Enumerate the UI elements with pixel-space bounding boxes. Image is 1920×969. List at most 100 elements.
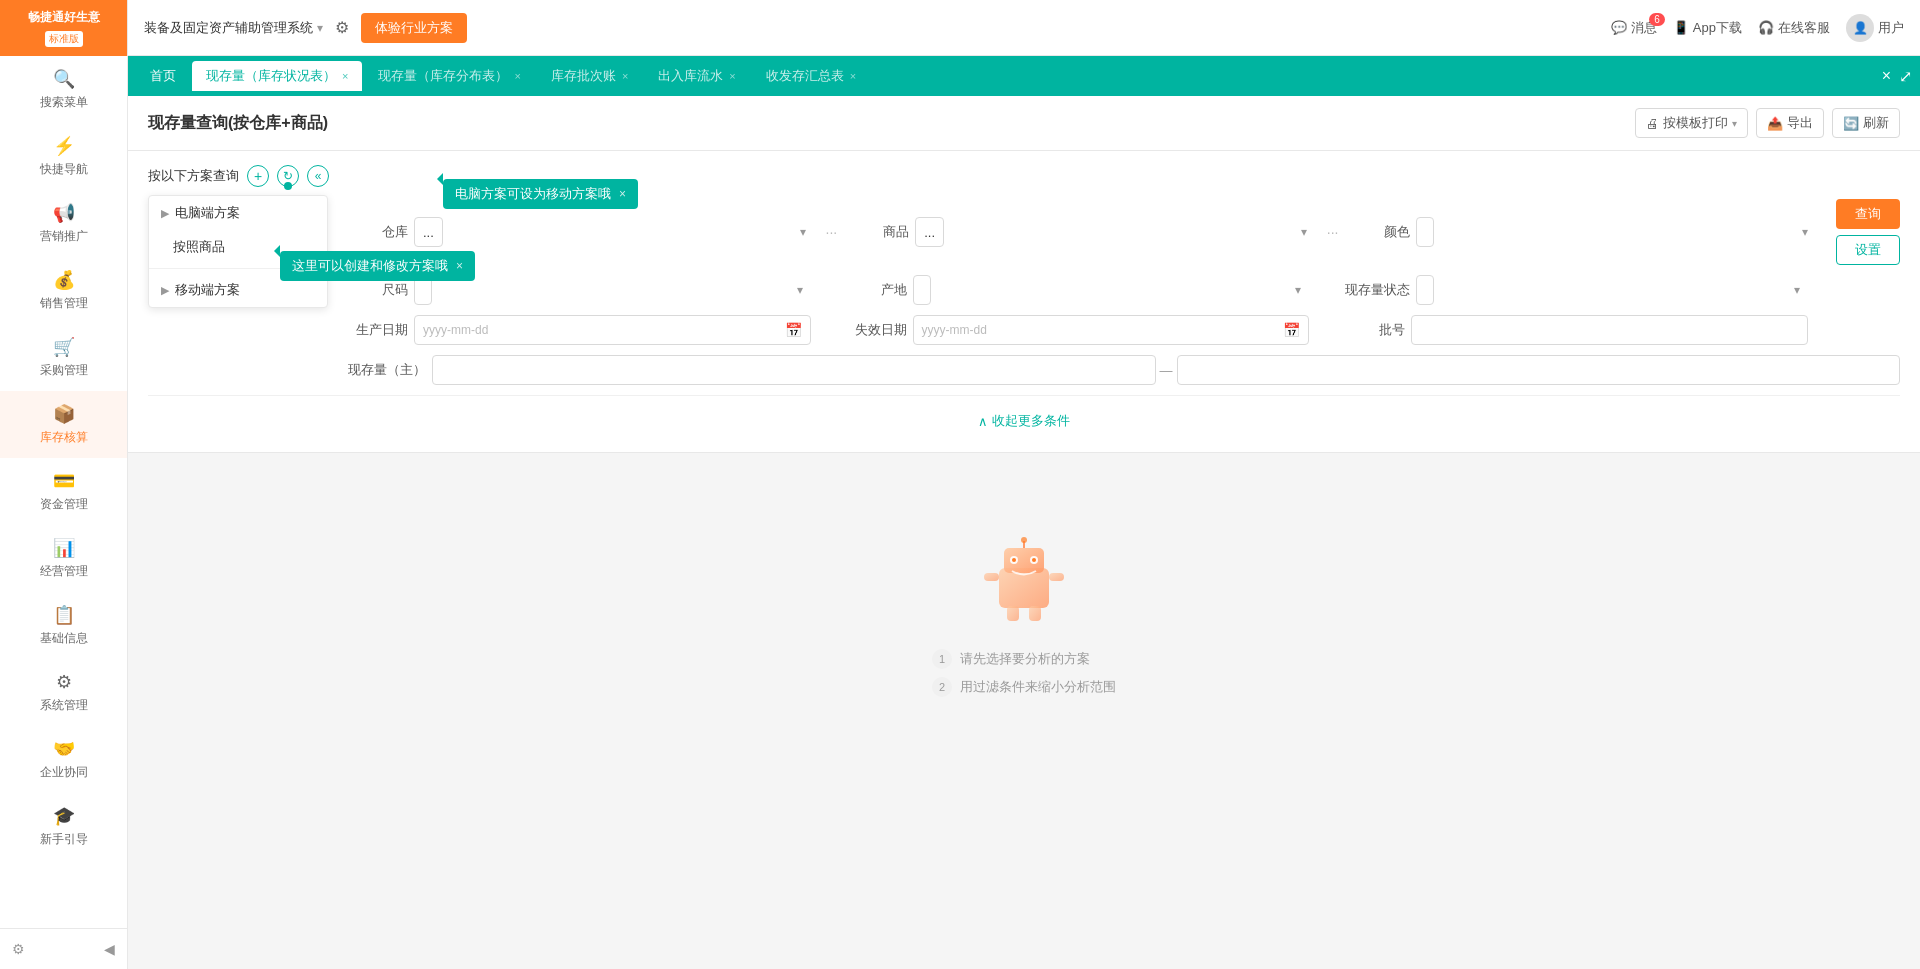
sidebar-item-basic[interactable]: 📋基础信息: [0, 592, 127, 659]
export-label: 导出: [1787, 114, 1813, 132]
tab-close-all-icon[interactable]: ×: [1882, 67, 1891, 86]
header-right: 💬 消息 6 📱 App下载 🎧 在线客服 👤 用户: [1611, 14, 1904, 42]
filter-warehouse-dots[interactable]: ···: [826, 224, 838, 240]
filter-warehouse-select[interactable]: ...: [414, 217, 443, 247]
sidebar-item-marketing[interactable]: 📢 营销推广: [0, 190, 127, 257]
filter-origin-label: 产地: [847, 281, 907, 299]
collapse-sidebar-icon[interactable]: ◀: [104, 941, 115, 957]
settings-gear-icon[interactable]: ⚙: [335, 18, 349, 37]
sidebar-item-inventory[interactable]: 📦库存核算: [0, 391, 127, 458]
refresh-button[interactable]: 🔄 刷新: [1832, 108, 1900, 138]
filter-area: 按以下方案查询 + ↻ « ▶ 电脑端方案 按: [128, 151, 1920, 453]
logo-text: 畅捷通好生意: [28, 9, 100, 26]
sidebar-item-quick-nav[interactable]: ⚡快捷导航: [0, 123, 127, 190]
online-support-action[interactable]: 🎧 在线客服: [1758, 19, 1830, 37]
message-badge: 6: [1649, 13, 1665, 26]
query-button[interactable]: 查询: [1836, 199, 1900, 229]
filter-prod-date-placeholder: yyyy-mm-dd: [423, 323, 488, 337]
tab-inventory-dist[interactable]: 现存量（库存分布表） ×: [364, 61, 534, 91]
tab-expand-icon[interactable]: ⤢: [1899, 67, 1912, 86]
tab-batch-ledger-label: 库存批次账: [551, 67, 616, 85]
print-button[interactable]: 🖨 按模板打印 ▾: [1635, 108, 1748, 138]
filter-goods-select-wrap: ...: [915, 217, 1315, 247]
filter-stock-from[interactable]: [432, 355, 1156, 385]
sidebar-item-label-marketing: 营销推广: [40, 228, 88, 245]
sidebar-item-sales[interactable]: 💰销售管理: [0, 257, 127, 324]
tab-batch-ledger-close[interactable]: ×: [622, 70, 628, 82]
filter-stock-to[interactable]: [1177, 355, 1901, 385]
svg-point-4: [1012, 558, 1016, 562]
filter-batch-input[interactable]: [1411, 315, 1808, 345]
filter-expire-date-input[interactable]: yyyy-mm-dd 📅: [913, 315, 1310, 345]
tooltip-mobile-close[interactable]: ×: [619, 187, 626, 201]
scheme-arrow-mobile: ▶: [161, 284, 169, 297]
trial-button[interactable]: 体验行业方案: [361, 13, 467, 43]
reset-button[interactable]: 设置: [1836, 235, 1900, 265]
filter-row-2: 尺码 ··· 产地: [348, 275, 1900, 305]
sidebar-item-enterprise[interactable]: 🤝企业协同: [0, 726, 127, 793]
main-content: 装备及固定资产辅助管理系统 ▾ ⚙ 体验行业方案 💬 消息 6 📱 App下载 …: [128, 0, 1920, 969]
tooltip-create-close[interactable]: ×: [456, 259, 463, 273]
filter-batch: 批号: [1345, 315, 1808, 345]
filter-stock-qty: 现存量（主） —: [348, 355, 1900, 385]
filter-stock-status-label: 现存量状态: [1345, 281, 1410, 299]
tab-batch-ledger[interactable]: 库存批次账 ×: [537, 61, 642, 91]
refresh-small-icon: ↻: [283, 169, 293, 183]
dropdown-arrow-icon: ▾: [317, 21, 323, 35]
tab-home[interactable]: 首页: [136, 61, 190, 91]
filter-stock-qty-label: 现存量（主）: [348, 361, 426, 379]
svg-rect-10: [984, 573, 999, 581]
sidebar-item-guide[interactable]: 🎓新手引导: [0, 793, 127, 860]
scheme-label-mobile: 移动端方案: [175, 281, 240, 299]
tab-inventory-status[interactable]: 现存量（库存状况表） ×: [192, 61, 362, 91]
collapse-button[interactable]: ∧ 收起更多条件: [148, 404, 1900, 438]
export-button[interactable]: 📤 导出: [1756, 108, 1824, 138]
finance-icon: 💳: [53, 470, 75, 492]
guide-icon: 🎓: [53, 805, 75, 827]
svg-rect-1: [1004, 548, 1044, 573]
filter-origin-select[interactable]: [913, 275, 931, 305]
app-download-action[interactable]: 📱 App下载: [1673, 19, 1742, 37]
tab-receive-summary[interactable]: 收发存汇总表 ×: [752, 61, 870, 91]
sidebar-item-label-enterprise: 企业协同: [40, 764, 88, 781]
sidebar-item-system[interactable]: ⚙系统管理: [0, 659, 127, 726]
filter-color-select[interactable]: [1416, 217, 1434, 247]
system-title-dropdown[interactable]: 装备及固定资产辅助管理系统 ▾: [144, 19, 323, 37]
filter-prod-date: 生产日期 yyyy-mm-dd 📅: [348, 315, 811, 345]
filter-rows: 仓库 ... ··· 商品 ..: [348, 199, 1900, 385]
filter-stock-status-select[interactable]: [1416, 275, 1434, 305]
user-action[interactable]: 👤 用户: [1846, 14, 1904, 42]
user-label: 用户: [1878, 19, 1904, 37]
avatar: 👤: [1846, 14, 1874, 42]
filter-prod-date-label: 生产日期: [348, 321, 408, 339]
filter-goods-dots[interactable]: ···: [1327, 224, 1339, 240]
sidebar-item-purchase[interactable]: 🛒采购管理: [0, 324, 127, 391]
marketing-icon: 📢: [53, 202, 75, 224]
empty-steps: 1 请先选择要分析的方案 2 用过滤条件来缩小分析范围: [932, 649, 1116, 697]
sidebar-item-operations[interactable]: 📊经营管理: [0, 525, 127, 592]
sidebar-item-search[interactable]: 🔍搜索菜单: [0, 56, 127, 123]
sidebar-item-finance[interactable]: 💳资金管理: [0, 458, 127, 525]
scheme-sub1-label: 按照商品: [173, 238, 225, 256]
headset-icon: 🎧: [1758, 20, 1774, 35]
svg-rect-8: [1007, 606, 1019, 621]
filter-warehouse: 仓库 ...: [348, 217, 814, 247]
filter-prod-date-input[interactable]: yyyy-mm-dd 📅: [414, 315, 811, 345]
filter-refresh-button[interactable]: ↻: [277, 165, 299, 187]
scheme-item-desktop[interactable]: ▶ 电脑端方案: [149, 196, 327, 230]
calendar-icon-expire: 📅: [1283, 322, 1300, 338]
message-action[interactable]: 💬 消息 6: [1611, 19, 1657, 37]
tab-inventory-dist-close[interactable]: ×: [514, 70, 520, 82]
tab-inout-flow-close[interactable]: ×: [729, 70, 735, 82]
filter-expire-date-label: 失效日期: [847, 321, 907, 339]
tab-receive-summary-close[interactable]: ×: [850, 70, 856, 82]
filter-add-button[interactable]: +: [247, 165, 269, 187]
filter-warehouse-label: 仓库: [348, 223, 408, 241]
scheme-arrow-desktop: ▶: [161, 207, 169, 220]
filter-goods-select[interactable]: ...: [915, 217, 944, 247]
filter-back-button[interactable]: «: [307, 165, 329, 187]
settings-footer-icon[interactable]: ⚙: [12, 941, 25, 957]
tab-inventory-status-close[interactable]: ×: [342, 70, 348, 82]
tab-inout-flow[interactable]: 出入库流水 ×: [644, 61, 749, 91]
online-support-label: 在线客服: [1778, 19, 1830, 37]
